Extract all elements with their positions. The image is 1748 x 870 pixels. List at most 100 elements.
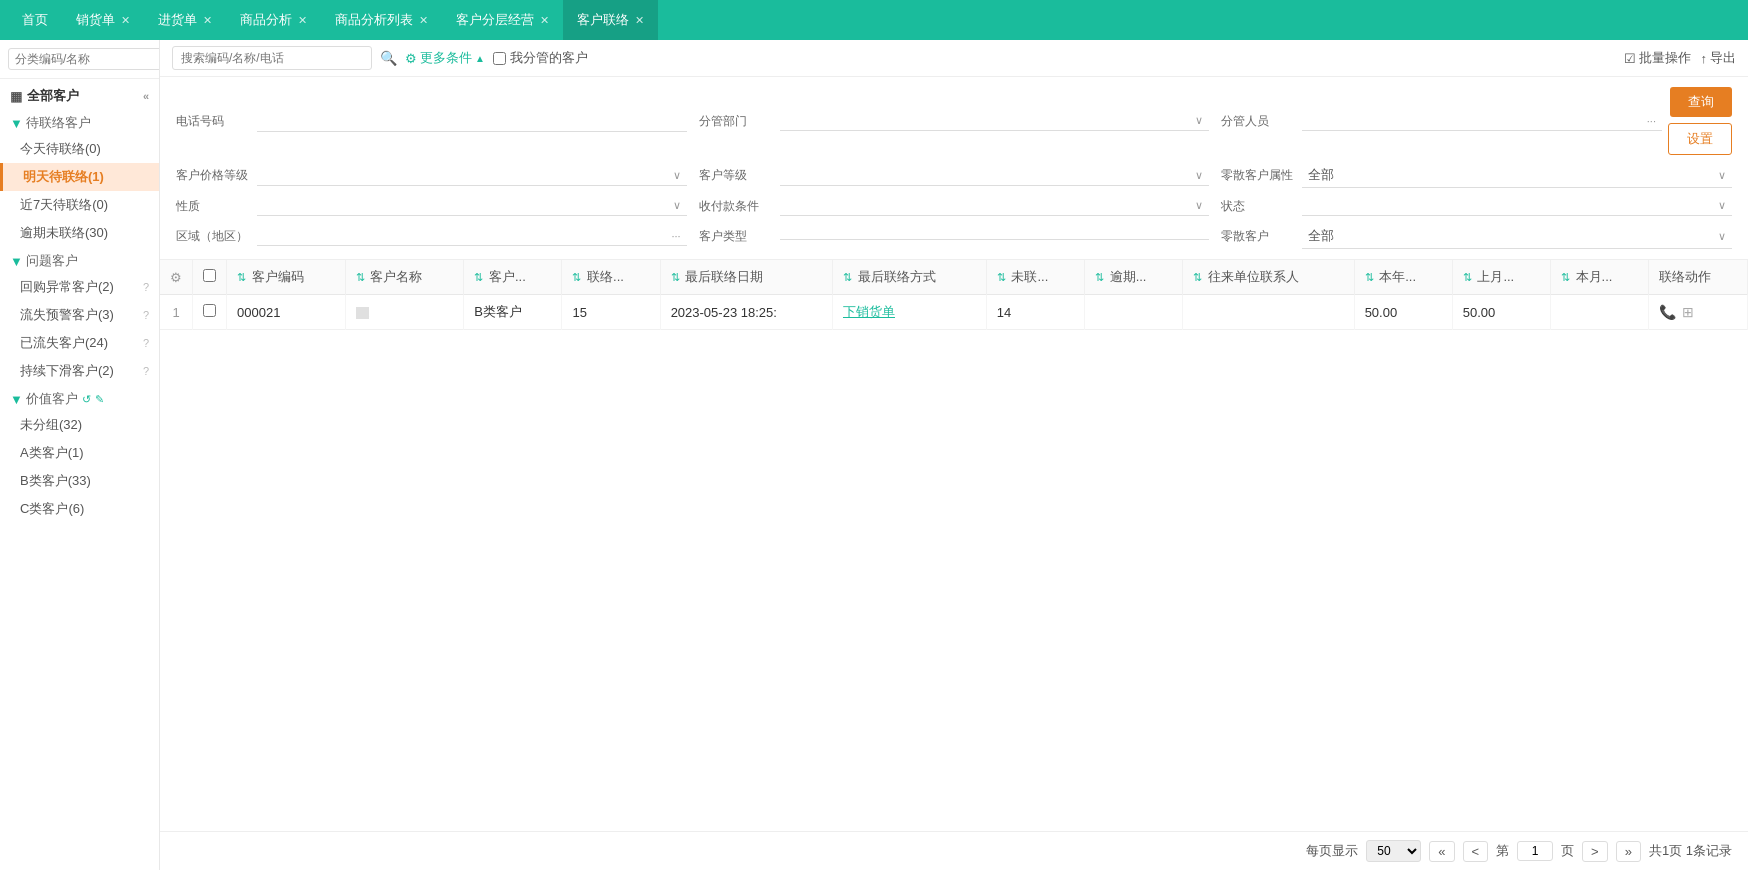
sort-type-icon[interactable]: ⇅ xyxy=(474,271,483,283)
sidebar-item-ungrouped[interactable]: 未分组(32) xyxy=(0,411,159,439)
sidebar-search-input[interactable] xyxy=(8,48,160,70)
pending-arrow-icon: ▼ xyxy=(10,116,23,131)
sort-uncontacted-icon[interactable]: ⇅ xyxy=(997,271,1006,283)
sort-last-month-icon[interactable]: ⇅ xyxy=(1463,271,1472,283)
pending-group-title: ▼ 待联络客户 xyxy=(0,109,159,135)
close-purchase-icon[interactable]: ✕ xyxy=(203,14,212,27)
filter-bar: 🔍 ⚙ 更多条件 ▲ 我分管的客户 ☑ 批量操作 ↑ 导出 xyxy=(160,40,1748,77)
sort-contact-person-icon[interactable]: ⇅ xyxy=(1193,271,1202,283)
sidebar-search-bar: 🔍 xyxy=(0,40,159,79)
nav-customer-contact[interactable]: 客户联络 ✕ xyxy=(563,0,658,40)
branch-person-label: 分管人员 xyxy=(1221,113,1296,130)
sort-name-icon[interactable]: ⇅ xyxy=(356,271,365,283)
more-action-icon[interactable]: ⊞ xyxy=(1682,304,1694,320)
search-input[interactable] xyxy=(172,46,372,70)
row-this-year-cell: 50.00 xyxy=(1354,295,1452,330)
price-level-select[interactable]: ∨ xyxy=(257,166,687,186)
pagination-bar: 每页显示 50 20 100 « < 第 页 > » 共1页 1条记录 xyxy=(160,831,1748,870)
branch-person-select[interactable]: ··· xyxy=(1302,112,1662,131)
value-refresh-icon[interactable]: ↺ xyxy=(82,393,91,406)
main-layout: 🔍 ▦ 全部客户 « ▼ 待联络客户 今天待联络(0) 明天待联络(1) 近7天… xyxy=(0,40,1748,870)
gender-label: 性质 xyxy=(176,198,251,215)
nav-sales[interactable]: 销货单 ✕ xyxy=(62,0,144,40)
query-button[interactable]: 查询 xyxy=(1670,87,1732,117)
customer-type-label: 客户类型 xyxy=(699,228,774,245)
col-last-contact-method: ⇅ 最后联络方式 xyxy=(832,260,986,295)
sidebar-item-class-c[interactable]: C类客户(6) xyxy=(0,495,159,523)
sidebar-item-tomorrow[interactable]: 明天待联络(1) xyxy=(0,163,159,191)
first-page-button[interactable]: « xyxy=(1429,841,1454,862)
set-button[interactable]: 设置 xyxy=(1668,123,1732,155)
sort-contacts-icon[interactable]: ⇅ xyxy=(572,271,581,283)
row-checkbox[interactable] xyxy=(203,304,216,317)
row-gear-cell: 1 xyxy=(160,295,193,330)
gender-caret-icon: ∨ xyxy=(673,199,681,212)
sidebar-item-churned[interactable]: 已流失客户(24) ? xyxy=(0,329,159,357)
sidebar-item-churn-warning[interactable]: 流失预警客户(3) ? xyxy=(0,301,159,329)
sort-last-date-icon[interactable]: ⇅ xyxy=(671,271,680,283)
branch-dept-select[interactable]: ∨ xyxy=(780,111,1210,131)
col-gear[interactable]: ⚙ xyxy=(160,260,193,295)
row-checkbox-cell[interactable] xyxy=(193,295,227,330)
sidebar-item-repurchase[interactable]: 回购异常客户(2) ? xyxy=(0,273,159,301)
sidebar-item-class-a[interactable]: A类客户(1) xyxy=(0,439,159,467)
phone-input[interactable] xyxy=(257,111,687,132)
sort-last-method-icon[interactable]: ⇅ xyxy=(843,271,852,283)
status-select[interactable]: ∨ xyxy=(1302,196,1732,216)
sidebar-item-declining[interactable]: 持续下滑客户(2) ? xyxy=(0,357,159,385)
row-uncontacted-cell: 14 xyxy=(986,295,1084,330)
advanced-filter-panel: 电话号码 分管部门 ∨ 分管人员 ··· 查询 设置 xyxy=(160,77,1748,260)
region-select[interactable]: ··· xyxy=(257,227,687,246)
nav-customer-tier[interactable]: 客户分层经营 ✕ xyxy=(442,0,563,40)
close-customer-contact-icon[interactable]: ✕ xyxy=(635,14,644,27)
filter-row-branch-person: 分管人员 ··· 查询 设置 xyxy=(1221,87,1732,155)
collapse-sidebar-icon[interactable]: « xyxy=(143,90,149,102)
sort-this-year-icon[interactable]: ⇅ xyxy=(1365,271,1374,283)
nav-purchase[interactable]: 进货单 ✕ xyxy=(144,0,226,40)
nav-product-analysis[interactable]: 商品分析 ✕ xyxy=(226,0,321,40)
page-size-select[interactable]: 50 20 100 xyxy=(1366,840,1421,862)
nav-product-analysis-list[interactable]: 商品分析列表 ✕ xyxy=(321,0,442,40)
my-customers-checkbox[interactable] xyxy=(493,52,506,65)
sidebar-item-overdue[interactable]: 逾期未联络(30) xyxy=(0,219,159,247)
retail-attr-label: 零散客户属性 xyxy=(1221,167,1296,184)
sidebar-item-week[interactable]: 近7天待联络(0) xyxy=(0,191,159,219)
select-all-checkbox[interactable] xyxy=(203,269,216,282)
sidebar-item-class-b[interactable]: B类客户(33) xyxy=(0,467,159,495)
help-churn-warning-icon[interactable]: ? xyxy=(143,309,149,321)
sort-this-month-icon[interactable]: ⇅ xyxy=(1561,271,1570,283)
close-product-list-icon[interactable]: ✕ xyxy=(419,14,428,27)
next-page-button[interactable]: > xyxy=(1582,841,1608,862)
phone-action-icon[interactable]: 📞 xyxy=(1659,304,1676,320)
sidebar-item-today[interactable]: 今天待联络(0) xyxy=(0,135,159,163)
help-repurchase-icon[interactable]: ? xyxy=(143,281,149,293)
row-last-contact-method-cell[interactable]: 下销货单 xyxy=(832,295,986,330)
page-number-input[interactable] xyxy=(1517,841,1553,861)
customer-level-select[interactable]: ∨ xyxy=(780,166,1210,186)
more-conditions-button[interactable]: ⚙ 更多条件 ▲ xyxy=(405,49,485,67)
payment-terms-select[interactable]: ∨ xyxy=(780,196,1210,216)
gender-select[interactable]: ∨ xyxy=(257,196,687,216)
retail-customer-select[interactable]: 全部 ∨ xyxy=(1302,224,1732,249)
help-churned-icon[interactable]: ? xyxy=(143,337,149,349)
search-button[interactable]: 🔍 xyxy=(380,50,397,66)
value-edit-icon[interactable]: ✎ xyxy=(95,393,104,406)
close-sales-icon[interactable]: ✕ xyxy=(121,14,130,27)
table-row: 1 000021 Ea B类客户 xyxy=(160,295,1748,330)
close-customer-tier-icon[interactable]: ✕ xyxy=(540,14,549,27)
col-checkbox[interactable] xyxy=(193,260,227,295)
customer-type-select[interactable] xyxy=(780,233,1210,240)
help-declining-icon[interactable]: ? xyxy=(143,365,149,377)
row-last-month-cell: 50.00 xyxy=(1452,295,1550,330)
last-page-button[interactable]: » xyxy=(1616,841,1641,862)
status-caret-icon: ∨ xyxy=(1718,199,1726,212)
prev-page-button[interactable]: < xyxy=(1463,841,1489,862)
batch-operation-button[interactable]: ☑ 批量操作 xyxy=(1624,49,1691,67)
my-customers-checkbox-label[interactable]: 我分管的客户 xyxy=(493,49,588,67)
close-product-analysis-icon[interactable]: ✕ xyxy=(298,14,307,27)
sort-overdue-icon[interactable]: ⇅ xyxy=(1095,271,1104,283)
sort-code-icon[interactable]: ⇅ xyxy=(237,271,246,283)
nav-home[interactable]: 首页 xyxy=(8,0,62,40)
retail-attr-select[interactable]: 全部 ∨ xyxy=(1302,163,1732,188)
export-button[interactable]: ↑ 导出 xyxy=(1701,49,1737,67)
